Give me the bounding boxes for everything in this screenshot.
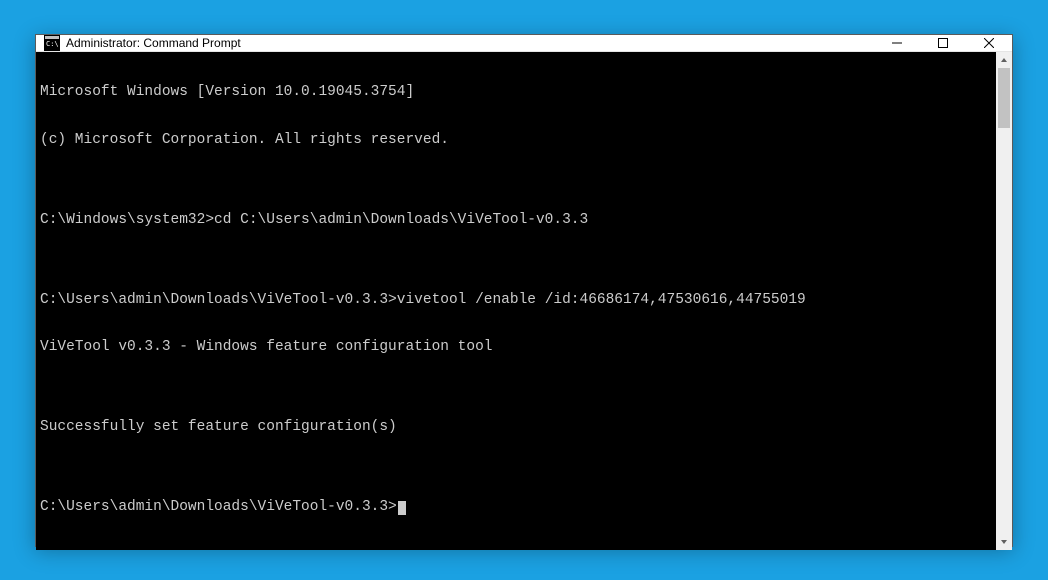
prompt: C:\Users\admin\Downloads\ViVeTool-v0.3.3… <box>40 499 397 515</box>
terminal-line: C:\Windows\system32>cd C:\Users\admin\Do… <box>40 213 992 229</box>
command-text: cd C:\Users\admin\Downloads\ViVeTool-v0.… <box>214 212 588 228</box>
command-prompt-window: C:\ Administrator: Command Prompt Micros… <box>35 34 1013 547</box>
prompt: C:\Users\admin\Downloads\ViVeTool-v0.3.3… <box>40 292 397 308</box>
cursor <box>398 501 406 515</box>
prompt: C:\Windows\system32> <box>40 212 214 228</box>
titlebar[interactable]: C:\ Administrator: Command Prompt <box>36 35 1012 52</box>
maximize-button[interactable] <box>920 35 966 51</box>
minimize-button[interactable] <box>874 35 920 51</box>
command-text: vivetool /enable /id:46686174,47530616,4… <box>397 292 806 308</box>
terminal-line: C:\Users\admin\Downloads\ViVeTool-v0.3.3… <box>40 500 992 516</box>
terminal-line: ViVeTool v0.3.3 - Windows feature config… <box>40 340 992 356</box>
terminal-line: C:\Users\admin\Downloads\ViVeTool-v0.3.3… <box>40 293 992 309</box>
svg-text:C:\: C:\ <box>46 40 59 48</box>
vertical-scrollbar[interactable] <box>996 52 1012 550</box>
terminal-line: Successfully set feature configuration(s… <box>40 420 992 436</box>
scrollbar-down-arrow[interactable] <box>996 534 1012 550</box>
terminal-line: Microsoft Windows [Version 10.0.19045.37… <box>40 85 992 101</box>
scrollbar-track[interactable] <box>996 68 1012 534</box>
close-button[interactable] <box>966 35 1012 51</box>
terminal-wrapper: Microsoft Windows [Version 10.0.19045.37… <box>36 52 1012 550</box>
scrollbar-up-arrow[interactable] <box>996 52 1012 68</box>
terminal-line: (c) Microsoft Corporation. All rights re… <box>40 133 992 149</box>
terminal-output[interactable]: Microsoft Windows [Version 10.0.19045.37… <box>36 52 996 550</box>
scrollbar-thumb[interactable] <box>998 68 1010 128</box>
window-controls <box>874 35 1012 51</box>
cmd-icon: C:\ <box>44 35 60 51</box>
window-title: Administrator: Command Prompt <box>66 36 874 50</box>
